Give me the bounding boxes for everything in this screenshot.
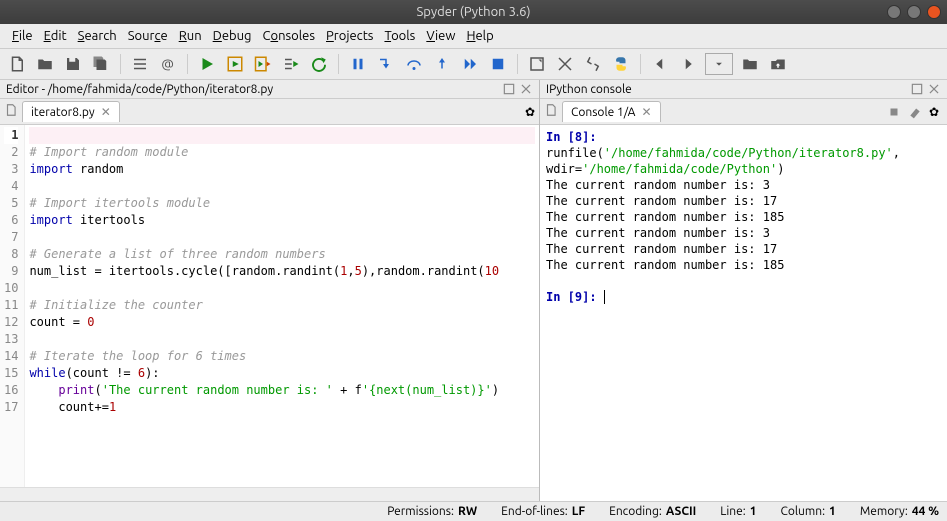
window-title: Spyder (Python 3.6)	[416, 5, 530, 19]
open-file-icon[interactable]	[34, 53, 56, 75]
undock-icon[interactable]	[502, 82, 516, 96]
console-close-tab-icon[interactable]: ✕	[641, 105, 651, 119]
close-tab-icon[interactable]: ✕	[101, 105, 111, 119]
debug-stop-icon[interactable]	[487, 53, 509, 75]
menu-source[interactable]: Source	[124, 27, 172, 45]
console-browse-icon[interactable]	[544, 103, 558, 120]
menu-file[interactable]: File	[8, 27, 37, 45]
toolbar: @	[0, 49, 947, 80]
working-dir-combo[interactable]	[705, 53, 733, 75]
debug-step-into-icon[interactable]	[375, 53, 397, 75]
console-stop-icon[interactable]	[887, 105, 901, 119]
close-pane-icon[interactable]	[519, 82, 533, 96]
code-editor[interactable]: 1234567891011121314151617 # Import rando…	[0, 125, 539, 487]
editor-tab[interactable]: iterator8.py ✕	[22, 101, 120, 122]
at-icon[interactable]: @	[157, 53, 179, 75]
preferences-icon[interactable]	[582, 53, 604, 75]
debug-step-out-icon[interactable]	[431, 53, 453, 75]
menubar: File Edit Search Source Run Debug Consol…	[0, 24, 947, 49]
horizontal-scrollbar[interactable]	[0, 487, 539, 501]
debug-continue-icon[interactable]	[459, 53, 481, 75]
menu-run[interactable]: Run	[175, 27, 206, 45]
console-close-pane-icon[interactable]	[927, 82, 941, 96]
svg-text:@: @	[161, 56, 174, 72]
menu-debug[interactable]: Debug	[209, 27, 256, 45]
rerun-icon[interactable]	[308, 53, 330, 75]
status-eol: LF	[572, 505, 585, 518]
console-pane: IPython console Console 1/A ✕ ✿ In [8]: …	[540, 80, 947, 501]
status-col-label: Column:	[781, 505, 826, 518]
save-file-icon[interactable]	[62, 53, 84, 75]
run-selection-icon[interactable]	[280, 53, 302, 75]
status-perms-label: Permissions:	[387, 505, 454, 518]
console-tab-label: Console 1/A	[571, 106, 635, 119]
status-col: 1	[829, 505, 836, 518]
statusbar: Permissions: RW End-of-lines: LF Encodin…	[0, 501, 947, 521]
window-minimize-button[interactable]	[887, 5, 901, 19]
status-enc: ASCII	[666, 505, 696, 518]
new-file-icon[interactable]	[6, 53, 28, 75]
debug-step-pause-icon[interactable]	[347, 53, 369, 75]
status-eol-label: End-of-lines:	[501, 505, 568, 518]
window-close-button[interactable]	[927, 5, 941, 19]
window-maximize-button[interactable]	[907, 5, 921, 19]
status-line-label: Line:	[720, 505, 745, 518]
window-titlebar: Spyder (Python 3.6)	[0, 0, 947, 24]
editor-tab-label: iterator8.py	[31, 106, 95, 119]
python-path-icon[interactable]	[610, 53, 632, 75]
editor-pane-title: Editor - /home/fahmida/code/Python/itera…	[6, 83, 273, 96]
console-tab[interactable]: Console 1/A ✕	[562, 101, 661, 122]
ipython-console[interactable]: In [8]: runfile('/home/fahmida/code/Pyth…	[540, 125, 947, 501]
menu-tools[interactable]: Tools	[380, 27, 419, 45]
run-cell-advance-icon[interactable]	[252, 53, 274, 75]
console-undock-icon[interactable]	[910, 82, 924, 96]
editor-options-icon[interactable]: ✿	[525, 105, 535, 119]
back-icon[interactable]	[649, 53, 671, 75]
menu-help[interactable]: Help	[462, 27, 497, 45]
status-line: 1	[750, 505, 757, 518]
menu-view[interactable]: View	[422, 27, 459, 45]
status-enc-label: Encoding:	[609, 505, 662, 518]
console-options-icon[interactable]: ✿	[929, 105, 943, 119]
parent-dir-icon[interactable]	[767, 53, 789, 75]
editor-pane: Editor - /home/fahmida/code/Python/itera…	[0, 80, 540, 501]
maximize-pane-icon[interactable]	[526, 53, 548, 75]
status-mem-label: Memory:	[860, 505, 908, 518]
fullscreen-icon[interactable]	[554, 53, 576, 75]
browse-dir-icon[interactable]	[739, 53, 761, 75]
run-icon[interactable]	[196, 53, 218, 75]
save-all-icon[interactable]	[90, 53, 112, 75]
list-icon[interactable]	[129, 53, 151, 75]
menu-search[interactable]: Search	[74, 27, 121, 45]
console-pane-title: IPython console	[546, 83, 632, 96]
status-perms: RW	[458, 505, 477, 518]
menu-projects[interactable]: Projects	[322, 27, 377, 45]
forward-icon[interactable]	[677, 53, 699, 75]
file-browse-icon[interactable]	[4, 103, 18, 120]
status-mem: 44 %	[912, 505, 939, 518]
debug-step-over-icon[interactable]	[403, 53, 425, 75]
menu-edit[interactable]: Edit	[40, 27, 71, 45]
console-clear-icon[interactable]	[908, 105, 922, 119]
menu-consoles[interactable]: Consoles	[259, 27, 319, 45]
run-cell-icon[interactable]	[224, 53, 246, 75]
